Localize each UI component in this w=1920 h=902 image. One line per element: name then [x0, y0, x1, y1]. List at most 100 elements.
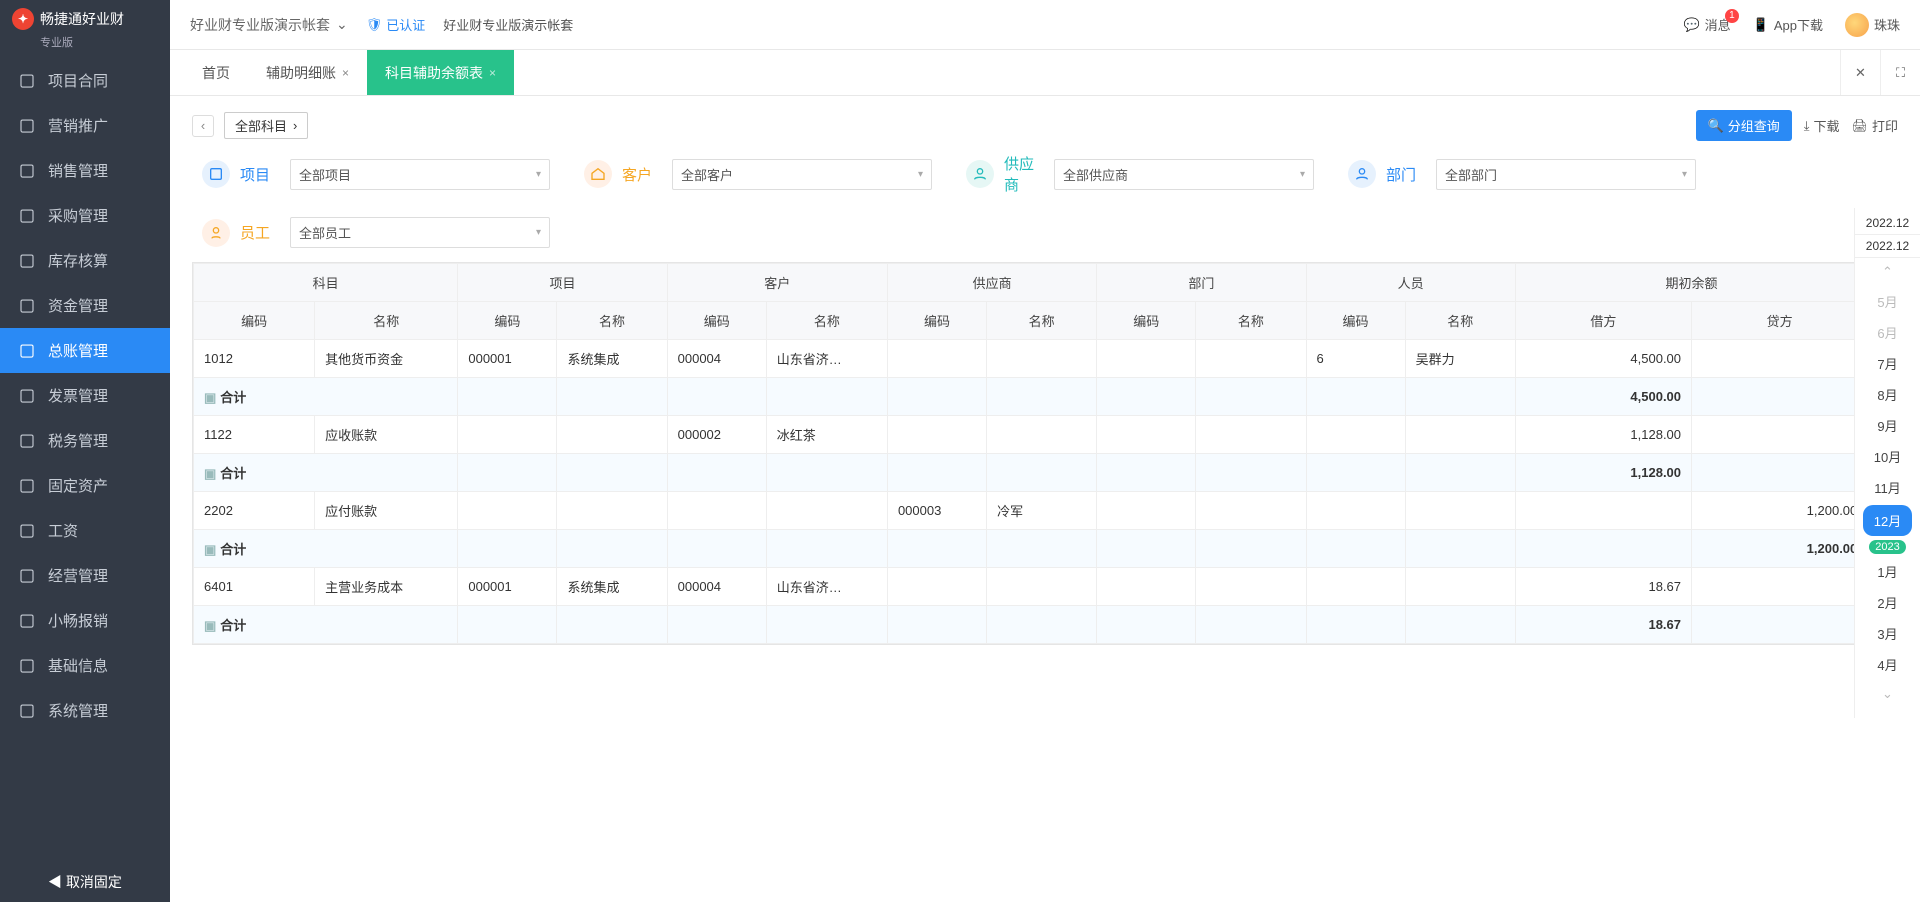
cell	[1306, 568, 1405, 606]
group-query-button[interactable]: 🔍 分组查询	[1696, 110, 1792, 141]
sidebar-item-9[interactable]: 固定资产	[0, 463, 170, 508]
period-month[interactable]: 3月	[1855, 618, 1920, 649]
fullscreen-button[interactable]: ⛶	[1880, 50, 1920, 95]
sidebar-item-13[interactable]: 基础信息	[0, 643, 170, 688]
table-row[interactable]: 1122应收账款000002冰红茶1,128.00	[194, 416, 1897, 454]
breadcrumb-prev-button[interactable]: ‹	[192, 115, 214, 137]
subtotal-label: ▣合计	[194, 606, 458, 644]
cell: 000001	[458, 568, 557, 606]
period-panel: 2022.12 2022.12 ⌃ 5月6月7月8月9月10月11月12月202…	[1854, 208, 1920, 718]
download-button[interactable]: ⤓ 下载	[1804, 116, 1840, 135]
sidebar-item-3[interactable]: 采购管理	[0, 193, 170, 238]
table-row[interactable]: 6401主营业务成本000001系统集成000004山东省济…18.67	[194, 568, 1897, 606]
nav-icon	[18, 117, 36, 135]
account-name-2: 好业财专业版演示帐套	[443, 15, 573, 34]
message-icon: 💬	[1683, 17, 1699, 33]
user-menu[interactable]: 珠珠	[1845, 13, 1900, 37]
nav-icon	[18, 477, 36, 495]
sidebar-item-12[interactable]: 小畅报销	[0, 598, 170, 643]
sidebar-item-4[interactable]: 库存核算	[0, 238, 170, 283]
period-month[interactable]: 7月	[1855, 348, 1920, 379]
period-month[interactable]: 2月	[1855, 587, 1920, 618]
sidebar-item-label: 小畅报销	[48, 610, 108, 631]
filter-project-select[interactable]: 全部项目▾	[290, 159, 550, 190]
nav-icon	[18, 252, 36, 270]
period-month[interactable]: 8月	[1855, 379, 1920, 410]
period-month[interactable]: 4月	[1855, 649, 1920, 680]
sidebar-item-2[interactable]: 销售管理	[0, 148, 170, 193]
sidebar: ✦ 畅捷通好业财 专业版 项目合同营销推广销售管理采购管理库存核算资金管理总账管…	[0, 0, 170, 902]
chevron-down-icon: ▾	[536, 169, 541, 180]
cell	[1306, 492, 1405, 530]
period-month[interactable]: 12月	[1863, 505, 1912, 536]
app-download-label: App下载	[1774, 15, 1823, 34]
subtotal-credit	[1692, 378, 1868, 416]
sidebar-item-label: 固定资产	[48, 475, 108, 496]
filter-customer-select[interactable]: 全部客户▾	[672, 159, 932, 190]
nav: 项目合同营销推广销售管理采购管理库存核算资金管理总账管理发票管理税务管理固定资产…	[0, 58, 170, 862]
filter-dept: 部门 全部部门▾	[1348, 153, 1696, 195]
tab-close-all-button[interactable]: ✕	[1840, 50, 1880, 95]
close-icon[interactable]: ×	[489, 66, 496, 80]
app-download-button[interactable]: 📱 App下载	[1753, 15, 1823, 34]
cell	[766, 492, 887, 530]
account-selector[interactable]: 好业财专业版演示帐套 ⌄	[190, 15, 348, 35]
cell: 1012	[194, 340, 315, 378]
print-icon: 🖨	[1851, 118, 1868, 134]
search-icon: 🔍	[1708, 118, 1724, 134]
period-month[interactable]: 10月	[1855, 441, 1920, 472]
period-end[interactable]: 2022.12	[1855, 235, 1920, 258]
cell	[987, 568, 1097, 606]
filter-supplier-select[interactable]: 全部供应商▾	[1054, 159, 1314, 190]
cell: 1,128.00	[1515, 416, 1691, 454]
sidebar-item-0[interactable]: 项目合同	[0, 58, 170, 103]
sidebar-item-label: 项目合同	[48, 70, 108, 91]
cell: 山东省济…	[766, 568, 887, 606]
period-up-button[interactable]: ⌃	[1855, 258, 1920, 286]
avatar-icon	[1845, 13, 1869, 37]
period-month[interactable]: 11月	[1855, 472, 1920, 503]
filter-dept-select[interactable]: 全部部门▾	[1436, 159, 1696, 190]
sidebar-item-label: 系统管理	[48, 700, 108, 721]
col-sub-header: 名称	[557, 302, 667, 340]
unpin-button[interactable]: ◀ 取消固定	[0, 862, 170, 902]
period-down-button[interactable]: ⌄	[1855, 680, 1920, 708]
sidebar-item-11[interactable]: 经营管理	[0, 553, 170, 598]
messages-count: 1	[1725, 9, 1739, 23]
filter-employee-select[interactable]: 全部员工▾	[290, 217, 550, 248]
period-start[interactable]: 2022.12	[1855, 212, 1920, 235]
tab-1[interactable]: 辅助明细账×	[248, 50, 367, 95]
tab-0[interactable]: 首页	[184, 50, 248, 95]
col-sub-header: 借方	[1515, 302, 1691, 340]
sidebar-item-6[interactable]: 总账管理	[0, 328, 170, 373]
main: 好业财专业版演示帐套 ⌄ 🛡 已认证 好业财专业版演示帐套 💬 消息 1 📱 A…	[170, 0, 1920, 902]
subject-selector[interactable]: 全部科目 ›	[224, 112, 308, 139]
nav-icon	[18, 657, 36, 675]
messages-button[interactable]: 💬 消息 1	[1683, 15, 1730, 34]
period-month[interactable]: 6月	[1855, 317, 1920, 348]
tab-2[interactable]: 科目辅助余额表×	[367, 50, 514, 95]
sidebar-item-7[interactable]: 发票管理	[0, 373, 170, 418]
cell: 冰红茶	[766, 416, 887, 454]
cell: 000002	[667, 416, 766, 454]
period-month[interactable]: 9月	[1855, 410, 1920, 441]
sidebar-item-5[interactable]: 资金管理	[0, 283, 170, 328]
filter-employee-value: 全部员工	[299, 223, 351, 242]
subtotal-row: ▣合计18.67	[194, 606, 1897, 644]
period-month[interactable]: 5月	[1855, 286, 1920, 317]
cell: 吴群力	[1405, 340, 1515, 378]
sidebar-item-1[interactable]: 营销推广	[0, 103, 170, 148]
table-row[interactable]: 1012其他货币资金000001系统集成000004山东省济…6吴群力4,500…	[194, 340, 1897, 378]
table-row[interactable]: 2202应付账款000003冷军1,200.00	[194, 492, 1897, 530]
cell	[1196, 568, 1306, 606]
close-icon[interactable]: ×	[342, 66, 349, 80]
cell	[1692, 568, 1868, 606]
nav-icon	[18, 387, 36, 405]
period-month[interactable]: 1月	[1855, 556, 1920, 587]
sidebar-item-label: 经营管理	[48, 565, 108, 586]
sidebar-item-10[interactable]: 工资	[0, 508, 170, 553]
sidebar-item-8[interactable]: 税务管理	[0, 418, 170, 463]
sidebar-item-label: 营销推广	[48, 115, 108, 136]
print-button[interactable]: 🖨 打印	[1851, 116, 1898, 135]
sidebar-item-14[interactable]: 系统管理	[0, 688, 170, 733]
